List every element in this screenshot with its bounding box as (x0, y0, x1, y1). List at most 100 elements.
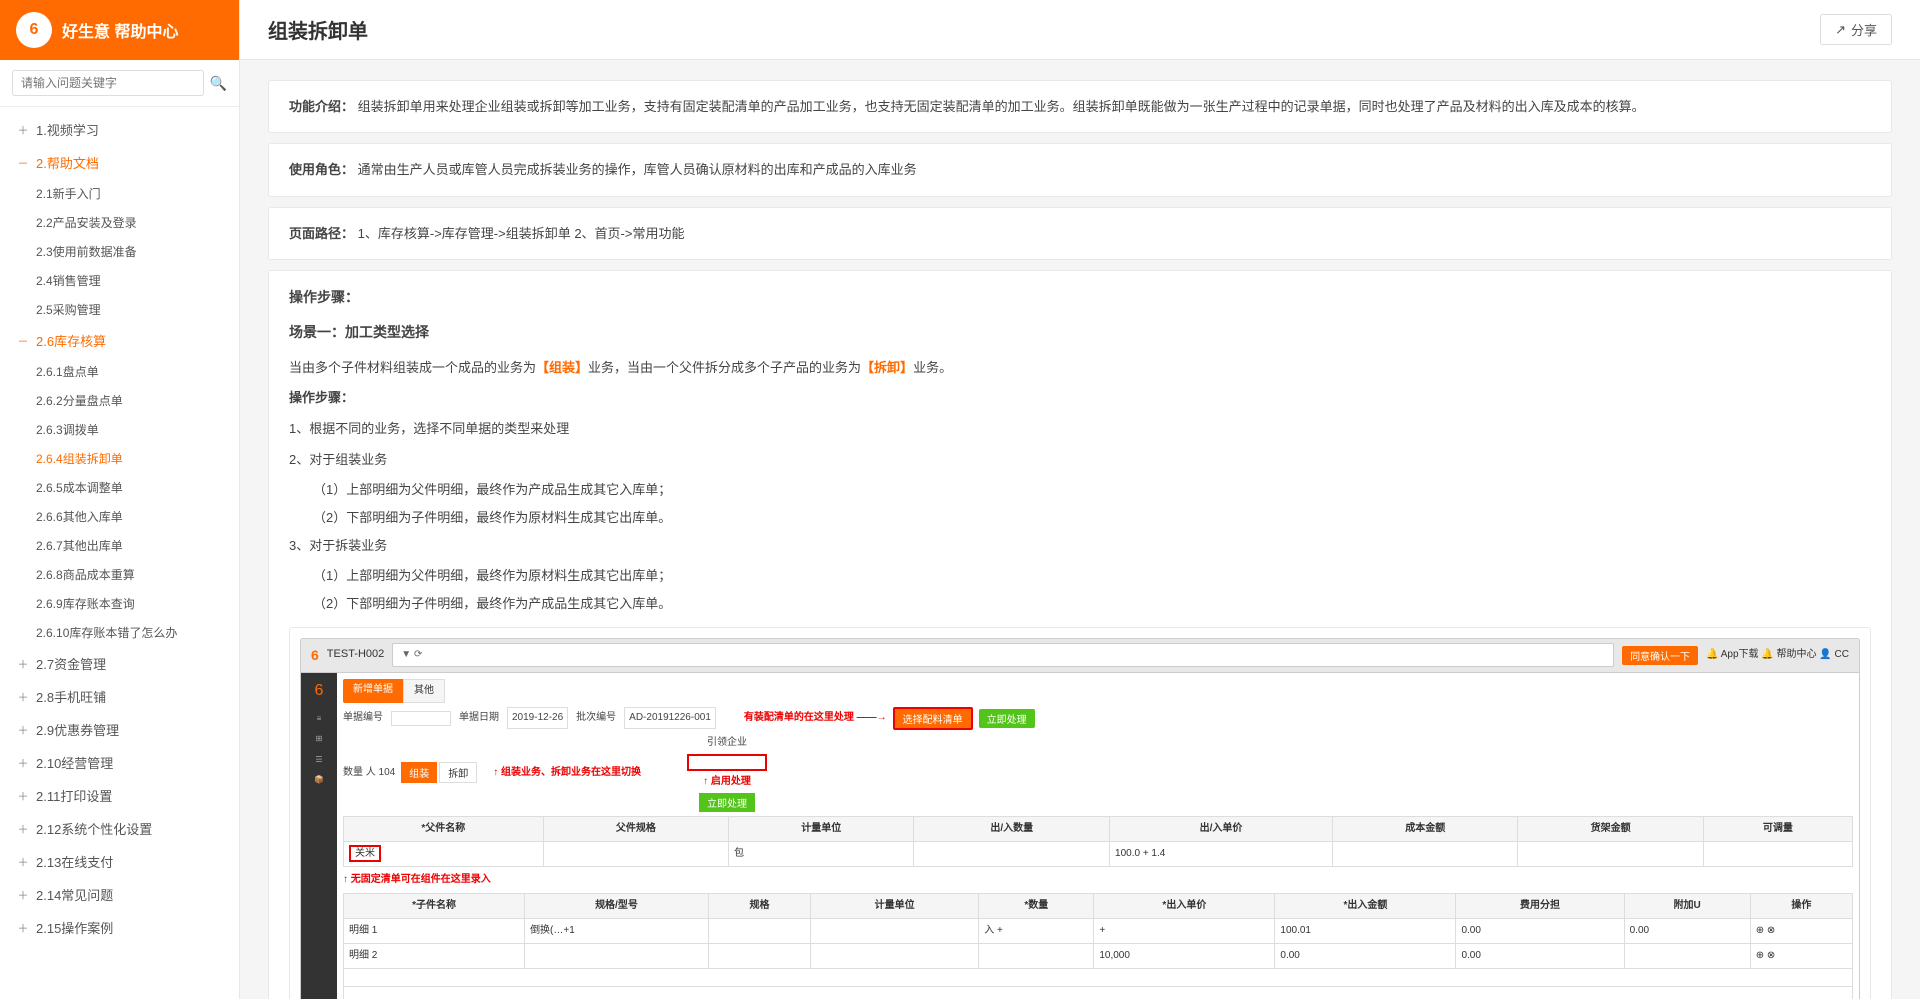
sim-num-label: 数量 人 104 (343, 764, 395, 782)
op-steps-label: 操作步骤： (289, 386, 1871, 411)
sim-td-shelf (1518, 841, 1703, 866)
table-row: 明细 2 10,000 0.00 0.00 (344, 943, 1853, 968)
sidebar-item-2-6-4[interactable]: 2.6.4组装拆卸单 (0, 444, 239, 473)
plus-icon-2-9: ＋ (16, 723, 30, 737)
sidebar-item-2-2[interactable]: 2.2产品安装及登录 (0, 208, 239, 237)
sim-table-child: *子件名称 规格/型号 规格 计量单位 *数量 *出入单价 *出入金额 费用分担 (343, 893, 1853, 999)
plus-icon-2-14: ＋ (16, 888, 30, 902)
sim-th-parent-price: 出/入单价 (1110, 816, 1333, 841)
func-intro-text: 组装拆卸单用来处理企业组装或拆卸等加工业务，支持有固定装配清单的产品加工业务，也… (358, 99, 1645, 114)
sim-form-header: 单据编号 单据日期 2019-12-26 批次编号 AD-20191226-00… (343, 707, 1853, 730)
sim-tab-other[interactable]: 其他 (403, 679, 445, 703)
sim-top-bar: 6 TEST-H002 ▼ ⟳ 同意确认一下 🔔 App下载 🔔 帮助中心 👤 … (301, 639, 1859, 673)
sidebar-item-2-12[interactable]: ＋ 2.12系统个性化设置 (0, 812, 239, 845)
sidebar-item-2-7[interactable]: ＋ 2.7资金管理 (0, 647, 239, 680)
sidebar-item-2-11[interactable]: ＋ 2.11打印设置 (0, 779, 239, 812)
sidebar-item-2-6-9[interactable]: 2.6.9库存账本查询 (0, 589, 239, 618)
role-text: 通常由生产人员或库管人员完成拆装业务的操作，库管人员确认原材料的出库和产成品的入… (358, 162, 917, 177)
sim-assemble-btn[interactable]: 组装 (401, 762, 437, 783)
sim-main-form: 新增单据 其他 单据编号 单据日期 2019-12-26 批次编号 AD-201… (337, 673, 1859, 999)
sidebar-item-2-5[interactable]: 2.5采购管理 (0, 295, 239, 324)
steps-block: 操作步骤： 场景一：加工类型选择 当由多个子件材料组装成一个成品的业务为【组装】… (268, 270, 1892, 999)
sim-td-unit: 包 (729, 841, 914, 866)
sidebar-item-2-6-10[interactable]: 2.6.10库存账本错了怎么办 (0, 618, 239, 647)
sidebar-item-2-6[interactable]: － 2.6库存核算 (0, 324, 239, 357)
sidebar-item-2-6-7[interactable]: 2.6.7其他出库单 (0, 531, 239, 560)
steps-title: 操作步骤： (289, 285, 1871, 310)
sidebar-item-2[interactable]: － 2.帮助文档 (0, 146, 239, 179)
sidebar-item-2-8[interactable]: ＋ 2.8手机旺铺 (0, 680, 239, 713)
sim-url: TEST-H002 (327, 645, 384, 665)
sim-left-nav: 6 ≡ ⊞ ☰ 📦 (301, 673, 337, 999)
sim-th-parent-unit: 计量单位 (729, 816, 914, 841)
search-button[interactable]: 🔍 (210, 75, 227, 92)
step3-sub1: （1）上部明细为父件明细，最终作为原材料生成其它出库单； (289, 564, 1871, 589)
sidebar-item-2-9[interactable]: ＋ 2.9优惠券管理 (0, 713, 239, 746)
sidebar-item-2-6-6[interactable]: 2.6.6其他入库单 (0, 502, 239, 531)
search-input[interactable] (12, 70, 204, 96)
table-row (344, 986, 1853, 999)
plus-icon-2-11: ＋ (16, 789, 30, 803)
sidebar-item-2-6-1[interactable]: 2.6.1盘点单 (0, 357, 239, 386)
sim-disassemble-btn[interactable]: 拆卸 (439, 762, 477, 783)
step3: 3、对于拆装业务 (289, 534, 1871, 559)
sidebar-item-2-4[interactable]: 2.4销售管理 (0, 266, 239, 295)
sidebar-item-2-15[interactable]: ＋ 2.15操作案例 (0, 911, 239, 944)
sim-td-qty (914, 841, 1110, 866)
sidebar-item-1[interactable]: ＋ 1.视频学习 (0, 113, 239, 146)
sim-th-parent-avail: 可调量 (1703, 816, 1852, 841)
main-area: 组装拆卸单 ↗ 分享 功能介绍： 组装拆卸单用来处理企业组装或拆卸等加工业务，支… (240, 0, 1920, 999)
sim-th-child-qty: *数量 (979, 893, 1094, 918)
sidebar-item-2-13[interactable]: ＋ 2.13在线支付 (0, 845, 239, 878)
table-row: 关米 包 100.0 + 1.4 (344, 841, 1853, 866)
content-area: 功能介绍： 组装拆卸单用来处理企业组装或拆卸等加工业务，支持有固定装配清单的产品… (240, 60, 1920, 999)
sim-batch-value: AD-20191226-001 (624, 707, 716, 729)
main-header: 组装拆卸单 ↗ 分享 (240, 0, 1920, 60)
minus-icon: － (16, 156, 30, 170)
search-bar: 🔍 (0, 60, 239, 107)
sim-date-value: 2019-12-26 (507, 707, 568, 729)
sidebar-item-2-3[interactable]: 2.3使用前数据准备 (0, 237, 239, 266)
sim-tab-new[interactable]: 新增单据 (343, 679, 403, 703)
sim-qiye-label: 引领企业 (707, 734, 747, 752)
sidebar-item-2-14[interactable]: ＋ 2.14常见问题 (0, 878, 239, 911)
plus-icon: ＋ (16, 123, 30, 137)
minus-icon-2: － (16, 334, 30, 348)
step3-sub2: （2）下部明细为子件明细，最终作为产成品生成其它入库单。 (289, 592, 1871, 617)
step1: 1、根据不同的业务，选择不同单据的类型来处理 (289, 417, 1871, 442)
sidebar-item-2-6-5[interactable]: 2.6.5成本调整单 (0, 473, 239, 502)
sidebar-header: 6 好生意 帮助中心 (0, 0, 239, 60)
sim-select-bom-btn[interactable]: 选择配料清单 (893, 707, 973, 730)
func-intro-label: 功能介绍： (289, 99, 354, 114)
sidebar-item-2-6-8[interactable]: 2.6.8商品成本重算 (0, 560, 239, 589)
logo-icon: 6 (16, 12, 52, 48)
sim-field-danju[interactable] (391, 711, 451, 726)
sim-annotation3: 引领企业 ↑ 启用处理 立即处理 (687, 734, 767, 812)
sim-qiye-input[interactable] (687, 754, 767, 771)
sim-field-label-date: 单据日期 (459, 709, 499, 727)
sidebar-item-2-6-3[interactable]: 2.6.3调拨单 (0, 415, 239, 444)
sim-confirm-op-btn[interactable]: 立即处理 (979, 709, 1035, 728)
sidebar-item-2-10[interactable]: ＋ 2.10经营管理 (0, 746, 239, 779)
page-title: 组装拆卸单 (268, 15, 368, 44)
step2-sub2: （2）下部明细为子件明细，最终作为原材料生成其它出库单。 (289, 506, 1871, 531)
sim-th-child-op: 操作 (1750, 893, 1852, 918)
sim-confirm-btn[interactable]: 同意确认一下 (1622, 646, 1698, 665)
nav-tree: ＋ 1.视频学习 － 2.帮助文档 2.1新手入门 2.2产品安装及登录 2.3… (0, 107, 239, 999)
sim-table-header-row-1: *父件名称 父件规格 计量单位 出/入数量 出/入单价 成本金额 货架金额 可调… (344, 816, 1853, 841)
sim-start-btn[interactable]: 立即处理 (699, 793, 755, 812)
sim-th-parent-qty: 出/入数量 (914, 816, 1110, 841)
screenshot-block: 6 TEST-H002 ▼ ⟳ 同意确认一下 🔔 App下载 🔔 帮助中心 👤 … (289, 627, 1871, 999)
step2: 2、对于组装业务 (289, 448, 1871, 473)
sim-form-tabs: 新增单据 其他 (343, 679, 1853, 703)
share-button[interactable]: ↗ 分享 (1820, 14, 1892, 45)
sim-icons: 🔔 App下载 🔔 帮助中心 👤 CC (1706, 646, 1849, 664)
sim-td-price: 100.0 + 1.4 (1110, 841, 1333, 866)
sidebar-item-2-6-2[interactable]: 2.6.2分量盘点单 (0, 386, 239, 415)
sidebar-item-2-1[interactable]: 2.1新手入门 (0, 179, 239, 208)
func-intro-block: 功能介绍： 组装拆卸单用来处理企业组装或拆卸等加工业务，支持有固定装配清单的产品… (268, 80, 1892, 133)
sim-app-layout: 6 ≡ ⊞ ☰ 📦 新增单据 其他 (301, 673, 1859, 999)
sim-field-label-batch: 批次编号 (576, 709, 616, 727)
sim-th-parent-name: *父件名称 (344, 816, 544, 841)
step2-sub1: （1）上部明细为父件明细，最终作为产成品生成其它入库单； (289, 478, 1871, 503)
